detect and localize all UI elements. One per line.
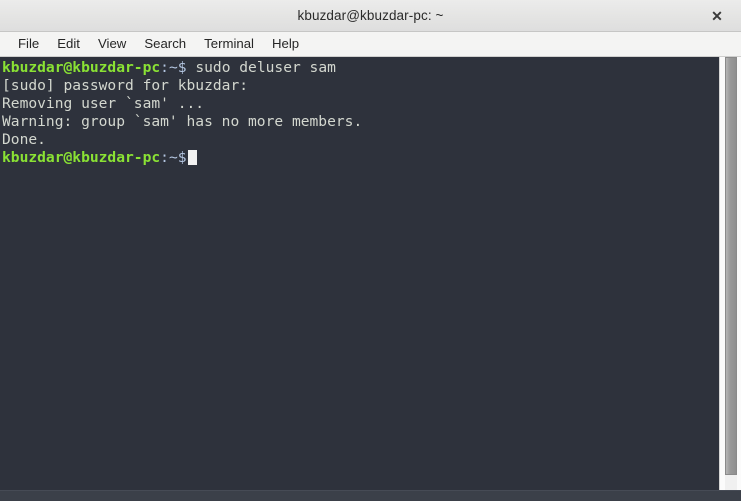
terminal-output-line: Done. [2,131,720,149]
prompt-user-host: kbuzdar@kbuzdar-pc [2,149,161,166]
window-title: kbuzdar@kbuzdar-pc: ~ [297,8,444,23]
scrollbar-thumb[interactable] [725,57,737,475]
menu-item-file[interactable]: File [9,32,48,56]
prompt-sigil: $ [177,149,187,166]
prompt-user-host: kbuzdar@kbuzdar-pc [2,59,161,76]
terminal-cursor [187,150,197,165]
title-bar: kbuzdar@kbuzdar-pc: ~ ✕ [0,0,741,32]
terminal-output-line: Warning: group `sam' has no more members… [2,113,720,131]
terminal-window: kbuzdar@kbuzdar-pc: ~ ✕ File Edit View S… [0,0,741,501]
terminal-body[interactable]: kbuzdar@kbuzdar-pc:~$ sudo deluser sam [s… [0,57,741,491]
prompt-separator: : [160,149,169,166]
menu-item-search[interactable]: Search [135,32,195,56]
prompt-separator: : [160,59,169,76]
terminal-text: [sudo] password for kbuzdar: [2,77,249,94]
window-bottom-border [0,491,741,501]
menu-item-terminal[interactable]: Terminal [195,32,263,56]
terminal-output-line: Removing user `sam' ... [2,95,720,113]
terminal-output-line: [sudo] password for kbuzdar: [2,77,720,95]
vertical-scrollbar[interactable] [719,57,741,491]
terminal-command: sudo deluser sam [186,59,336,76]
terminal-text: Removing user `sam' ... [2,95,205,112]
menu-bar: File Edit View Search Terminal Help [0,32,741,57]
menu-item-help[interactable]: Help [263,32,308,56]
terminal-prompt-line: kbuzdar@kbuzdar-pc:~$ [2,149,720,167]
prompt-path: ~ [168,149,178,166]
prompt-path: ~ [168,59,178,76]
prompt-sigil: $ [177,59,187,76]
terminal-text: Warning: group `sam' has no more members… [2,113,363,130]
menu-item-edit[interactable]: Edit [48,32,89,56]
terminal-text: Done. [2,131,46,148]
terminal-output[interactable]: kbuzdar@kbuzdar-pc:~$ sudo deluser sam [s… [0,57,720,491]
close-icon[interactable]: ✕ [701,0,733,32]
menu-item-view[interactable]: View [89,32,135,56]
terminal-prompt-line: kbuzdar@kbuzdar-pc:~$ sudo deluser sam [2,59,720,77]
